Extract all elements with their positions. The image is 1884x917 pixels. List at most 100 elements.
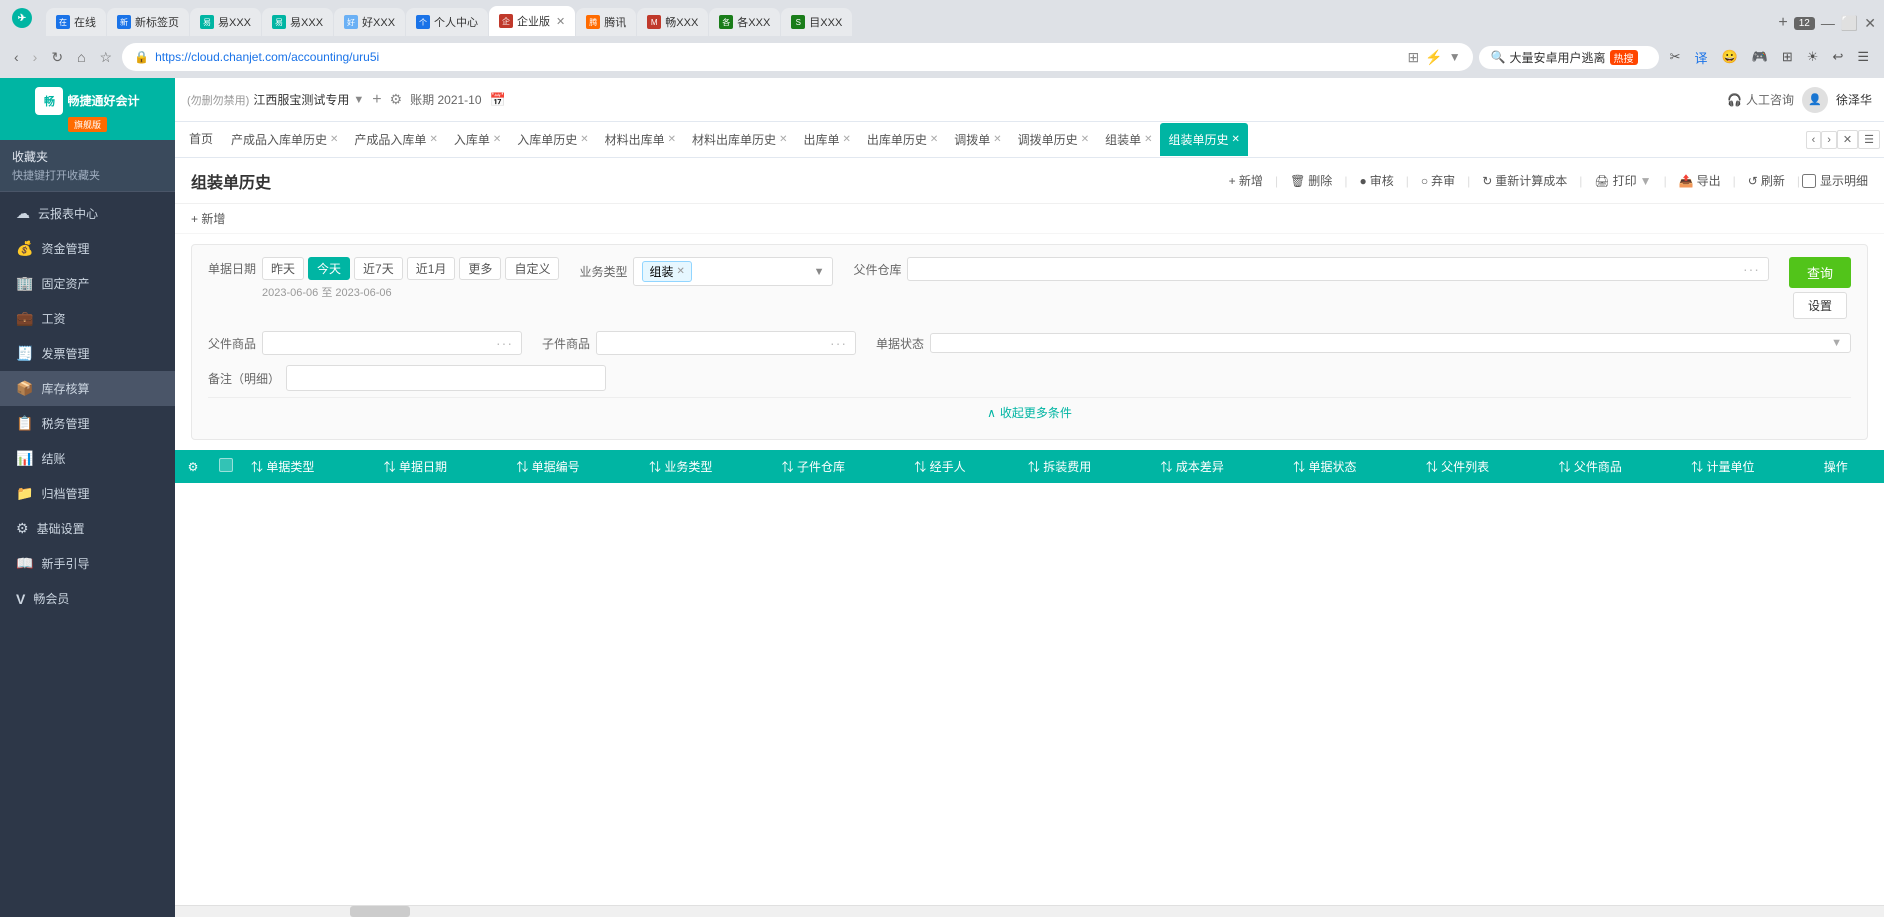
undo-icon[interactable]: ↩ xyxy=(1827,47,1848,67)
unapprove-button[interactable]: ○ 弃审 xyxy=(1411,168,1465,193)
sidebar-item-inventory[interactable]: 📦 库存核算 xyxy=(0,371,175,406)
week-btn[interactable]: 近7天 xyxy=(354,257,403,280)
collapse-button[interactable]: ∧ 收起更多条件 xyxy=(208,397,1851,427)
back-button[interactable]: ‹ xyxy=(10,45,23,69)
tabs-close-all[interactable]: ✕ xyxy=(1837,130,1858,149)
col-date[interactable]: ⇅ 单据日期 xyxy=(374,450,507,483)
tab-in-order[interactable]: 入库单✕ xyxy=(446,123,509,156)
filter-settings-button[interactable]: 设置 xyxy=(1793,292,1847,319)
col-disassemble-fee[interactable]: ⇅ 拆装费用 xyxy=(1018,450,1151,483)
order-status-dropdown[interactable]: ▼ xyxy=(930,333,1851,353)
tab-close-icon[interactable]: ✕ xyxy=(429,134,437,145)
sidebar-item-invoice[interactable]: 🧾 发票管理 xyxy=(0,336,175,371)
sidebar-item-guide[interactable]: 📖 新手引导 xyxy=(0,546,175,581)
tab-close-icon[interactable]: ✕ xyxy=(580,134,588,145)
month-btn[interactable]: 近1月 xyxy=(407,257,456,280)
scrollbar-area[interactable] xyxy=(175,905,1884,917)
minimize-button[interactable]: — xyxy=(1821,15,1835,31)
col-biz-type[interactable]: ⇅ 业务类型 xyxy=(639,450,772,483)
tab-material-out[interactable]: 材料出库单✕ xyxy=(597,123,684,156)
parent-warehouse-input[interactable]: ··· xyxy=(907,257,1769,281)
tab-transfer-hist[interactable]: 调拨单历史✕ xyxy=(1010,123,1097,156)
sidebar-item-tax[interactable]: 📋 税务管理 xyxy=(0,406,175,441)
child-product-input[interactable]: ··· xyxy=(596,331,856,355)
sidebar-item-fixed-asset[interactable]: 🏢 固定资产 xyxy=(0,266,175,301)
sidebar-item-cloud-report[interactable]: ☁ 云报表中心 xyxy=(0,196,175,231)
browser-tab[interactable]: 各 各XXX xyxy=(709,8,780,36)
col-parent-product[interactable]: ⇅ 父件商品 xyxy=(1548,450,1681,483)
browser-tab[interactable]: 新 新标签页 xyxy=(107,8,189,36)
add-company-button[interactable]: + xyxy=(372,91,381,109)
tab-close-icon[interactable]: ✕ xyxy=(330,134,338,145)
recalculate-button[interactable]: ↻ 重新计算成本 xyxy=(1472,168,1577,193)
browser-tab[interactable]: 个 个人中心 xyxy=(406,8,488,36)
header-checkbox[interactable] xyxy=(219,458,233,472)
sidebar-item-archive[interactable]: 📁 归档管理 xyxy=(0,476,175,511)
sidebar-item-payroll[interactable]: 💼 工资 xyxy=(0,301,175,336)
refresh-button[interactable]: ↺ 刷新 xyxy=(1738,168,1795,193)
table-check-col[interactable] xyxy=(211,450,241,483)
dropdown-icon[interactable]: ▼ xyxy=(1449,50,1461,64)
refresh-nav-button[interactable]: ↻ xyxy=(47,45,67,70)
sidebar-favorites[interactable]: 收藏夹 快捷键打开收藏夹 xyxy=(0,140,175,192)
dots-icon[interactable]: ··· xyxy=(496,335,513,351)
sidebar-item-settle[interactable]: 📊 结账 xyxy=(0,441,175,476)
custom-btn[interactable]: 自定义 xyxy=(505,257,559,280)
tabs-next-arrow[interactable]: › xyxy=(1821,131,1837,149)
col-parent-list[interactable]: ⇅ 父件列表 xyxy=(1416,450,1549,483)
tab-out-hist[interactable]: 出库单历史✕ xyxy=(859,123,946,156)
browser-tab[interactable]: M 畅XXX xyxy=(637,8,708,36)
company-dropdown-icon[interactable]: ▼ xyxy=(353,94,364,106)
tabs-prev-arrow[interactable]: ‹ xyxy=(1806,131,1822,149)
col-handler[interactable]: ⇅ 经手人 xyxy=(904,450,1018,483)
tab-produce-in[interactable]: 产成品入库单✕ xyxy=(346,123,445,156)
sidebar-item-settings[interactable]: ⚙ 基础设置 xyxy=(0,511,175,546)
bookmark-button[interactable]: ☆ xyxy=(96,45,117,70)
col-type[interactable]: ⇅ 单据类型 xyxy=(241,450,374,483)
col-number[interactable]: ⇅ 单据编号 xyxy=(506,450,639,483)
apps-icon[interactable]: ⊞ xyxy=(1777,47,1798,67)
forward-button[interactable]: › xyxy=(29,45,42,69)
home-nav-button[interactable]: ⌂ xyxy=(73,45,89,69)
calendar-button[interactable]: 📅 xyxy=(490,92,506,108)
sidebar-item-finance[interactable]: 💰 资金管理 xyxy=(0,231,175,266)
tab-material-out-hist[interactable]: 材料出库单历史✕ xyxy=(684,123,795,156)
qr-icon[interactable]: ⊞ xyxy=(1408,49,1420,66)
company-selector[interactable]: (勿删勿禁用) 江西服宝测试专用 ▼ xyxy=(187,91,364,108)
tab-close-icon[interactable]: ✕ xyxy=(1081,134,1089,145)
tab-close-icon[interactable]: ✕ xyxy=(993,134,1001,145)
browser-tab[interactable]: 腾 腾讯 xyxy=(576,8,636,36)
lightning-icon[interactable]: ⚡ xyxy=(1425,49,1442,66)
query-button[interactable]: 查询 xyxy=(1789,257,1851,288)
approve-button[interactable]: ● 审核 xyxy=(1349,168,1403,193)
today-btn[interactable]: 今天 xyxy=(308,257,350,280)
company-settings-button[interactable]: ⚙ xyxy=(390,91,403,108)
brightness-icon[interactable]: ☀ xyxy=(1802,47,1824,67)
parent-product-input[interactable]: ··· xyxy=(262,331,522,355)
add-tab-button[interactable]: + xyxy=(1778,14,1787,32)
tab-close-icon[interactable]: ✕ xyxy=(668,134,676,145)
browser-tab[interactable]: 好 好XXX xyxy=(334,8,405,36)
col-cost-diff[interactable]: ⇅ 成本差异 xyxy=(1151,450,1284,483)
tab-close-icon[interactable]: ✕ xyxy=(842,134,850,145)
scissors-icon[interactable]: ✂ xyxy=(1665,47,1686,67)
tab-close-icon[interactable]: ✕ xyxy=(930,134,938,145)
tab-close-icon[interactable]: ✕ xyxy=(779,134,787,145)
tab-bundle-hist-active[interactable]: 组装单历史✕ xyxy=(1160,123,1247,156)
tab-produce-in-hist[interactable]: 产成品入库单历史✕ xyxy=(223,123,346,156)
col-order-status[interactable]: ⇅ 单据状态 xyxy=(1283,450,1416,483)
dots-icon[interactable]: ··· xyxy=(1743,261,1760,277)
biz-dropdown-icon[interactable]: ▼ xyxy=(814,266,825,278)
col-unit[interactable]: ⇅ 计量单位 xyxy=(1681,450,1814,483)
tab-bundle[interactable]: 组装单✕ xyxy=(1097,123,1160,156)
browser-tab-active[interactable]: 企 企业版 ✕ xyxy=(489,6,575,36)
close-button[interactable]: ✕ xyxy=(1864,15,1876,32)
search-box[interactable]: 🔍 大量安卓用户逃离 热搜 xyxy=(1479,46,1659,69)
browser-tab[interactable]: 易 易XXX xyxy=(190,8,261,36)
tab-transfer[interactable]: 调拨单✕ xyxy=(946,123,1009,156)
tab-close-icon[interactable]: ✕ xyxy=(556,15,565,28)
tab-home[interactable]: 首页 xyxy=(179,122,223,157)
emoji-icon[interactable]: 😀 xyxy=(1717,47,1743,67)
tab-close-icon[interactable]: ✕ xyxy=(493,134,501,145)
add-button[interactable]: + 新增 xyxy=(1219,168,1273,193)
